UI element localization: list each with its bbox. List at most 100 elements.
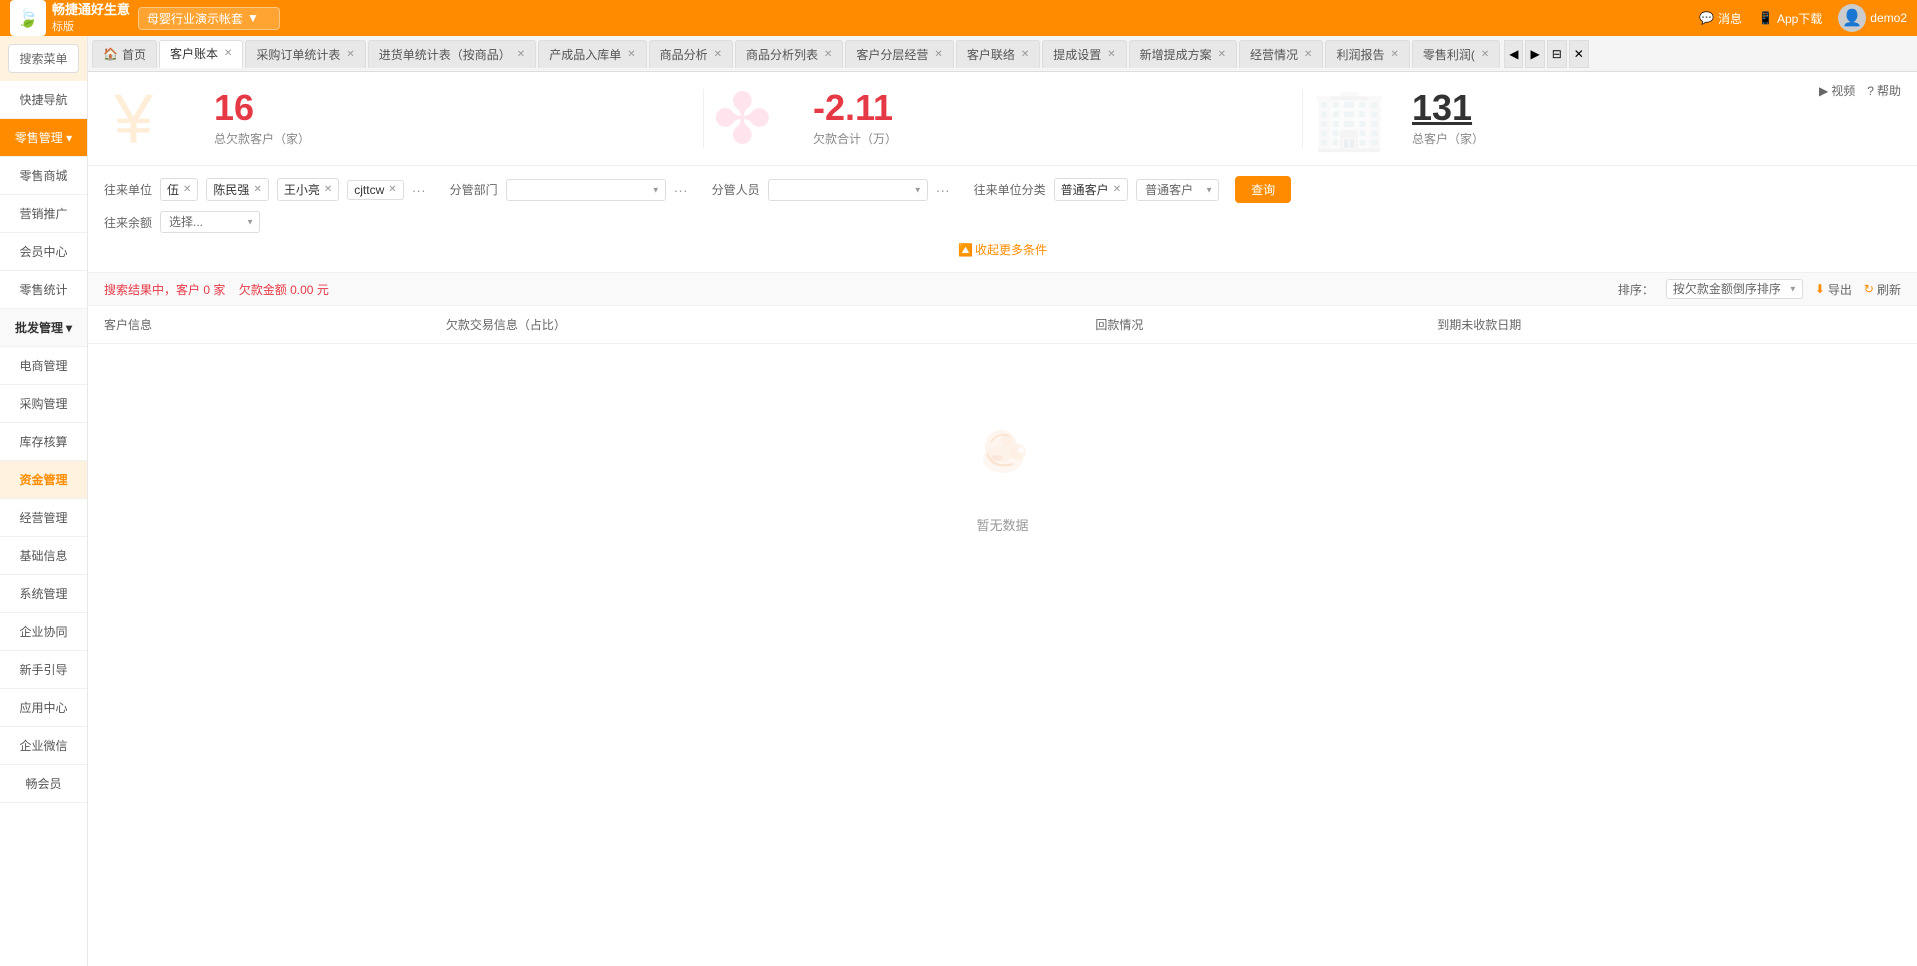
filter-person-select[interactable] — [768, 179, 928, 201]
sidebar-item-retail[interactable]: 零售管理 ▾ — [0, 119, 87, 157]
close-icon[interactable]: ✕ — [517, 49, 525, 60]
tab-customer-connect[interactable]: 客户联络 ✕ — [956, 40, 1040, 68]
tab-home[interactable]: 🏠 首页 — [92, 40, 157, 68]
filter-tag-wu-remove[interactable]: ✕ — [183, 184, 191, 195]
sidebar-item-retail-mall[interactable]: 零售商城 — [0, 157, 87, 195]
stat-ar-customers-number: 16 — [214, 90, 254, 126]
page-main: ¥ 16 总欠款客户（家） ✤ -2.11 欠款合计（万） 🏢 131 总客户 — [88, 72, 1917, 966]
sidebar-item-inventory[interactable]: 库存核算 — [0, 423, 87, 461]
filter-tag-unit-type-remove[interactable]: ✕ — [1113, 184, 1121, 195]
sidebar-item-member[interactable]: 会员中心 — [0, 233, 87, 271]
close-icon[interactable]: ✕ — [224, 48, 232, 59]
video-btn[interactable]: ▶ 视频 — [1819, 82, 1855, 99]
filter-unit-type-select[interactable]: 普通客户 — [1136, 179, 1219, 201]
sidebar-item-enterprise[interactable]: 企业协同 — [0, 613, 87, 651]
sidebar-item-wholesale[interactable]: 批发管理 ▾ — [0, 309, 87, 347]
close-icon[interactable]: ✕ — [1481, 49, 1489, 60]
filter-dept-select[interactable] — [506, 179, 666, 201]
tab-customer-tier[interactable]: 客户分层经营 ✕ — [845, 40, 953, 68]
close-icon[interactable]: ✕ — [1107, 49, 1115, 60]
sidebar-item-retail-stats[interactable]: 零售统计 — [0, 271, 87, 309]
sidebar-quick-nav[interactable]: 快捷导航 — [0, 81, 87, 119]
filter-tag-wang: 王小亮 ✕ — [277, 178, 339, 201]
sidebar-item-vip-member[interactable]: 畅会员 — [0, 765, 87, 803]
export-icon: ⬇ — [1815, 282, 1825, 296]
tab-purchase-order[interactable]: 采购订单统计表 ✕ — [245, 40, 365, 68]
search-menu-btn[interactable]: 搜索菜单 — [8, 44, 79, 73]
home-icon: 🏠 — [103, 47, 118, 61]
empty-icon — [963, 404, 1043, 503]
filter-balance-select-wrap: 选择... — [160, 211, 260, 233]
tab-promotion-settings[interactable]: 提成设置 ✕ — [1042, 40, 1126, 68]
sidebar-search-area: 搜索菜单 — [0, 36, 87, 81]
stat-bg-icon-ar: ✤ — [713, 78, 772, 160]
tab-purchase-stats[interactable]: 进货单统计表（按商品） ✕ — [368, 40, 536, 68]
tab-cost-in[interactable]: 产成品入库单 ✕ — [538, 40, 646, 68]
filter-row-2: 往来余额 选择... — [104, 211, 1901, 233]
tab-nav-right[interactable]: ▶ — [1525, 40, 1544, 68]
filter-tag-chen-remove[interactable]: ✕ — [253, 184, 261, 195]
close-icon[interactable]: ✕ — [346, 49, 354, 60]
tab-nav-left[interactable]: ◀ — [1504, 40, 1523, 68]
close-icon[interactable]: ✕ — [934, 49, 942, 60]
help-btn[interactable]: ? 帮助 — [1867, 82, 1901, 99]
tab-goods-analysis-list[interactable]: 商品分析列表 ✕ — [735, 40, 843, 68]
company-selector[interactable]: 母婴行业演示帐套 ▼ — [138, 7, 280, 30]
sidebar-item-purchase[interactable]: 采购管理 — [0, 385, 87, 423]
stat-bg-icon-building: 🏢 — [1312, 83, 1387, 154]
header-actions: ▶ 视频 ? 帮助 — [1819, 82, 1901, 99]
filter-tag-cjttcw: cjttcw ✕ — [347, 180, 403, 200]
message-btn[interactable]: 💬 消息 — [1699, 10, 1742, 27]
logo-text-group: 畅捷通好生意 标版 — [52, 2, 130, 34]
filter-tag-wang-remove[interactable]: ✕ — [324, 184, 332, 195]
tab-close-all[interactable]: ✕ — [1569, 40, 1589, 68]
content-area: 🏠 首页 客户账本 ✕ 采购订单统计表 ✕ 进货单统计表（按商品） ✕ 产成品入… — [88, 36, 1917, 966]
refresh-btn[interactable]: ↻ 刷新 — [1864, 281, 1901, 298]
sidebar-item-system[interactable]: 系统管理 — [0, 575, 87, 613]
tab-profit-report[interactable]: 利润报告 ✕ — [1325, 40, 1409, 68]
sidebar-item-enterprise-wechat[interactable]: 企业微信 — [0, 727, 87, 765]
close-icon[interactable]: ✕ — [1304, 49, 1312, 60]
stat-block-ar-amount: ✤ -2.11 欠款合计（万） — [703, 82, 1302, 155]
close-icon[interactable]: ✕ — [714, 49, 722, 60]
query-btn[interactable]: 查询 — [1235, 176, 1291, 203]
export-btn[interactable]: ⬇ 导出 — [1815, 281, 1852, 298]
sidebar-item-ecommerce[interactable]: 电商管理 — [0, 347, 87, 385]
close-icon[interactable]: ✕ — [1390, 49, 1398, 60]
tab-ar[interactable]: 客户账本 ✕ — [159, 40, 243, 68]
filter-tag-cjttcw-remove[interactable]: ✕ — [388, 184, 396, 195]
filter-unit-label: 往来单位 — [104, 181, 152, 198]
filter-more-tags[interactable]: ··· — [412, 182, 426, 198]
avatar: 👤 — [1838, 4, 1866, 32]
sidebar-item-app-center[interactable]: 应用中心 — [0, 689, 87, 727]
tab-bar: 🏠 首页 客户账本 ✕ 采购订单统计表 ✕ 进货单统计表（按商品） ✕ 产成品入… — [88, 36, 1917, 72]
tab-new-promotion[interactable]: 新增提成方案 ✕ — [1129, 40, 1237, 68]
tab-retail-profit[interactable]: 零售利润( ✕ — [1412, 40, 1500, 68]
sidebar-item-finance[interactable]: 资金管理 — [0, 461, 87, 499]
close-icon[interactable]: ✕ — [824, 49, 832, 60]
sidebar-item-basic-info[interactable]: 基础信息 — [0, 537, 87, 575]
logo-area: 🍃 畅捷通好生意 标版 — [10, 0, 130, 36]
filter-unit-type-label: 往来单位分类 — [974, 181, 1046, 198]
tab-goods-analysis[interactable]: 商品分析 ✕ — [649, 40, 733, 68]
sidebar-item-operations[interactable]: 经营管理 — [0, 499, 87, 537]
app-download-btn[interactable]: 📱 App下载 — [1758, 10, 1822, 27]
sidebar-item-marketing[interactable]: 营销推广 — [0, 195, 87, 233]
stats-header: ¥ 16 总欠款客户（家） ✤ -2.11 欠款合计（万） 🏢 131 总客户 — [88, 72, 1917, 166]
top-bar-right: 💬 消息 📱 App下载 👤 demo2 — [1699, 4, 1907, 32]
tab-nav-menu[interactable]: ⊟ — [1547, 40, 1567, 68]
close-icon[interactable]: ✕ — [1218, 49, 1226, 60]
close-icon[interactable]: ✕ — [627, 49, 635, 60]
sidebar-item-new-guide[interactable]: 新手引导 — [0, 651, 87, 689]
main-layout: 搜索菜单 快捷导航 零售管理 ▾ 零售商城 营销推广 会员中心 零售统计 批发管… — [0, 36, 1917, 966]
user-avatar-btn[interactable]: 👤 demo2 — [1838, 4, 1907, 32]
sidebar: 搜索菜单 快捷导航 零售管理 ▾ 零售商城 营销推广 会员中心 零售统计 批发管… — [0, 36, 88, 966]
collapse-filter-btn[interactable]: 🔼 收起更多条件 — [958, 241, 1047, 258]
sort-select[interactable]: 按欠款金额倒序排序 — [1666, 279, 1803, 299]
filter-dept-more[interactable]: ··· — [674, 182, 688, 198]
close-icon[interactable]: ✕ — [1021, 49, 1029, 60]
stat-total-customers-number: 131 — [1412, 90, 1472, 126]
tab-biz-status[interactable]: 经营情况 ✕ — [1239, 40, 1323, 68]
filter-person-more[interactable]: ··· — [936, 182, 950, 198]
filter-balance-select[interactable]: 选择... — [160, 211, 260, 233]
